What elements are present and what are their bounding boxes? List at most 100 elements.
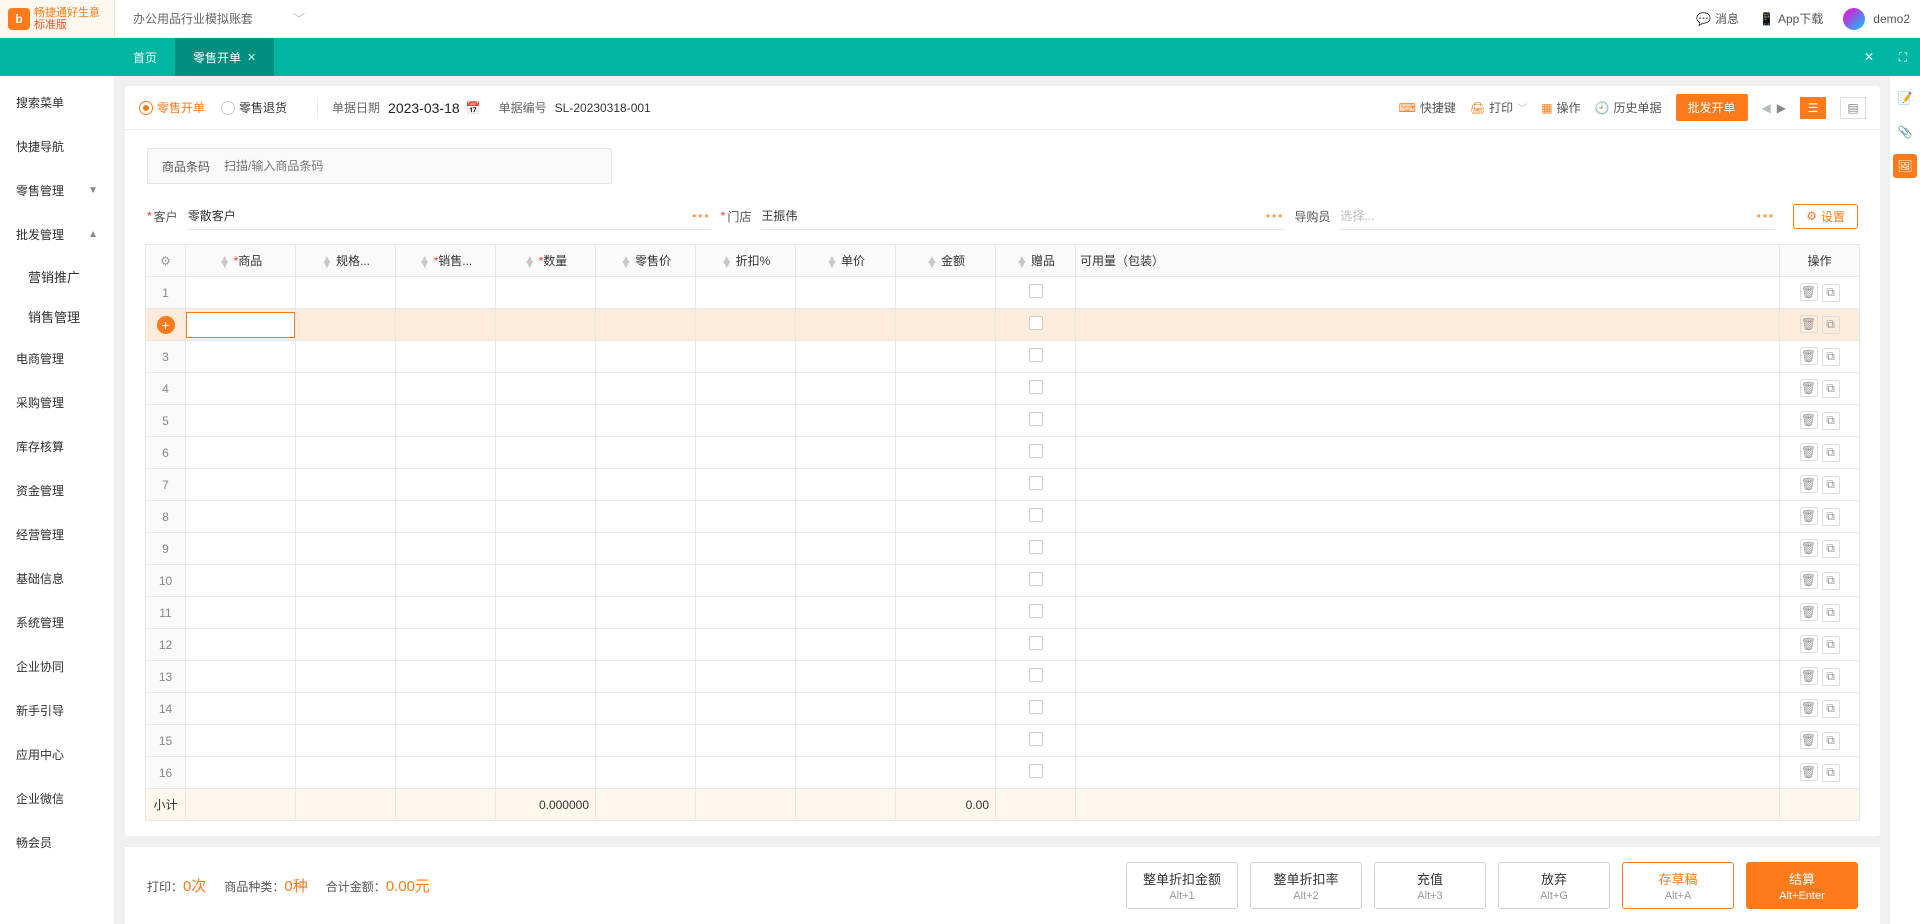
- logo[interactable]: b 畅捷通好生意 标准版: [0, 0, 115, 38]
- sidebar-item[interactable]: 采购管理: [0, 380, 114, 424]
- gift-checkbox[interactable]: [1029, 540, 1043, 554]
- gift-checkbox[interactable]: [1029, 348, 1043, 362]
- copy-row-icon[interactable]: ⧉: [1822, 508, 1840, 526]
- table-row[interactable]: 4🗑⧉: [146, 373, 1860, 405]
- copy-row-icon[interactable]: ⧉: [1822, 476, 1840, 494]
- operate-button[interactable]: ▦操作: [1541, 99, 1580, 116]
- sidebar-item[interactable]: 批发管理▲: [0, 212, 114, 256]
- view-card-icon[interactable]: ▤: [1840, 97, 1866, 119]
- gear-icon[interactable]: ⚙: [160, 254, 171, 268]
- customer-field[interactable]: 零散客户 •••: [188, 202, 711, 230]
- gift-checkbox[interactable]: [1029, 636, 1043, 650]
- sidebar-item[interactable]: 应用中心: [0, 732, 114, 776]
- gift-checkbox[interactable]: [1029, 284, 1043, 298]
- delete-row-icon[interactable]: 🗑: [1800, 603, 1818, 621]
- barcode-input[interactable]: [224, 150, 611, 182]
- delete-row-icon[interactable]: 🗑: [1800, 507, 1818, 525]
- copy-row-icon[interactable]: ⧉: [1822, 284, 1840, 302]
- gift-checkbox[interactable]: [1029, 476, 1043, 490]
- batch-order-button[interactable]: 批发开单: [1676, 94, 1748, 121]
- copy-row-icon[interactable]: ⧉: [1822, 764, 1840, 782]
- gift-checkbox[interactable]: [1029, 764, 1043, 778]
- copy-row-icon[interactable]: ⧉: [1822, 444, 1840, 462]
- gift-checkbox[interactable]: [1029, 412, 1043, 426]
- table-row[interactable]: 7🗑⧉: [146, 469, 1860, 501]
- attachment-icon[interactable]: 📎: [1893, 120, 1917, 144]
- copy-row-icon[interactable]: ⧉: [1822, 668, 1840, 686]
- sidebar-item[interactable]: 搜索菜单: [0, 80, 114, 124]
- guide-field[interactable]: 选择... •••: [1340, 202, 1775, 230]
- gift-checkbox[interactable]: [1029, 700, 1043, 714]
- delete-row-icon[interactable]: 🗑: [1800, 699, 1818, 717]
- table-row[interactable]: 13🗑⧉: [146, 661, 1860, 693]
- sidebar-item[interactable]: 零售管理▼: [0, 168, 114, 212]
- footer-button[interactable]: 整单折扣率Alt+2: [1250, 862, 1362, 909]
- gift-checkbox[interactable]: [1029, 444, 1043, 458]
- sidebar-item[interactable]: 新手引导: [0, 688, 114, 732]
- messages-button[interactable]: 💬 消息: [1686, 0, 1749, 38]
- delete-row-icon[interactable]: 🗑: [1800, 475, 1818, 493]
- col-header[interactable]: 可用量（包装）: [1076, 245, 1780, 277]
- delete-row-icon[interactable]: 🗑: [1800, 347, 1818, 365]
- more-icon[interactable]: •••: [692, 209, 711, 223]
- settings-button[interactable]: ⚙设置: [1793, 204, 1858, 229]
- table-row[interactable]: 12🗑⧉: [146, 629, 1860, 661]
- footer-button[interactable]: 充值Alt+3: [1374, 862, 1486, 909]
- table-row[interactable]: 3🗑⧉: [146, 341, 1860, 373]
- sidebar-item[interactable]: 库存核算: [0, 424, 114, 468]
- copy-row-icon[interactable]: ⧉: [1822, 732, 1840, 750]
- delete-row-icon[interactable]: 🗑: [1800, 763, 1818, 781]
- note-icon[interactable]: 📝: [1893, 86, 1917, 110]
- gift-checkbox[interactable]: [1029, 732, 1043, 746]
- copy-row-icon[interactable]: ⧉: [1822, 604, 1840, 622]
- copy-row-icon[interactable]: ⧉: [1822, 412, 1840, 430]
- gift-checkbox[interactable]: [1029, 316, 1043, 330]
- more-icon[interactable]: •••: [1757, 209, 1776, 223]
- tab-retail-order[interactable]: 零售开单 ✕: [175, 38, 274, 76]
- sidebar-item[interactable]: 系统管理: [0, 600, 114, 644]
- footer-button[interactable]: 存草稿Alt+A: [1622, 862, 1734, 909]
- sidebar-item[interactable]: 快捷导航: [0, 124, 114, 168]
- col-header[interactable]: ▲▼赠品: [996, 245, 1076, 277]
- add-row-icon[interactable]: +: [157, 316, 175, 334]
- next-page-icon[interactable]: ▶: [1777, 101, 1786, 115]
- col-header[interactable]: ▲▼折扣%: [696, 245, 796, 277]
- gift-checkbox[interactable]: [1029, 668, 1043, 682]
- close-all-tabs-icon[interactable]: ✕: [1852, 38, 1886, 76]
- copy-row-icon[interactable]: ⧉: [1822, 316, 1840, 334]
- image-icon[interactable]: 🖼: [1893, 154, 1917, 178]
- delete-row-icon[interactable]: 🗑: [1800, 539, 1818, 557]
- history-button[interactable]: 🕘历史单据: [1595, 99, 1662, 116]
- table-row[interactable]: 14🗑⧉: [146, 693, 1860, 725]
- table-row[interactable]: 16🗑⧉: [146, 757, 1860, 789]
- delete-row-icon[interactable]: 🗑: [1800, 571, 1818, 589]
- copy-row-icon[interactable]: ⧉: [1822, 700, 1840, 718]
- print-button[interactable]: 🖨打印﹀: [1470, 99, 1527, 116]
- store-field[interactable]: 王振伟 •••: [761, 202, 1284, 230]
- table-row[interactable]: 1🗑⧉: [146, 277, 1860, 309]
- gift-checkbox[interactable]: [1029, 604, 1043, 618]
- more-icon[interactable]: •••: [1266, 209, 1285, 223]
- app-download-button[interactable]: 📱 App下载: [1749, 0, 1833, 38]
- table-row[interactable]: 5🗑⧉: [146, 405, 1860, 437]
- sidebar-subitem[interactable]: 营销推广: [0, 256, 114, 296]
- gift-checkbox[interactable]: [1029, 380, 1043, 394]
- table-row[interactable]: 9🗑⧉: [146, 533, 1860, 565]
- delete-row-icon[interactable]: 🗑: [1800, 283, 1818, 301]
- col-header[interactable]: ▲▼*商品: [186, 245, 296, 277]
- radio-retail-open[interactable]: 零售开单: [139, 99, 205, 116]
- calendar-icon[interactable]: 📅: [466, 101, 481, 115]
- sidebar-subitem[interactable]: 销售管理: [0, 296, 114, 336]
- delete-row-icon[interactable]: 🗑: [1800, 731, 1818, 749]
- table-row[interactable]: + 🗑⧉: [146, 309, 1860, 341]
- footer-button[interactable]: 结算Alt+Enter: [1746, 862, 1858, 909]
- user-menu[interactable]: demo2: [1833, 0, 1920, 38]
- delete-row-icon[interactable]: 🗑: [1800, 315, 1818, 333]
- delete-row-icon[interactable]: 🗑: [1800, 443, 1818, 461]
- footer-button[interactable]: 整单折扣金额Alt+1: [1126, 862, 1238, 909]
- copy-row-icon[interactable]: ⧉: [1822, 348, 1840, 366]
- tab-home[interactable]: 首页: [115, 38, 175, 76]
- sidebar-item[interactable]: 企业微信: [0, 776, 114, 820]
- delete-row-icon[interactable]: 🗑: [1800, 635, 1818, 653]
- table-row[interactable]: 15🗑⧉: [146, 725, 1860, 757]
